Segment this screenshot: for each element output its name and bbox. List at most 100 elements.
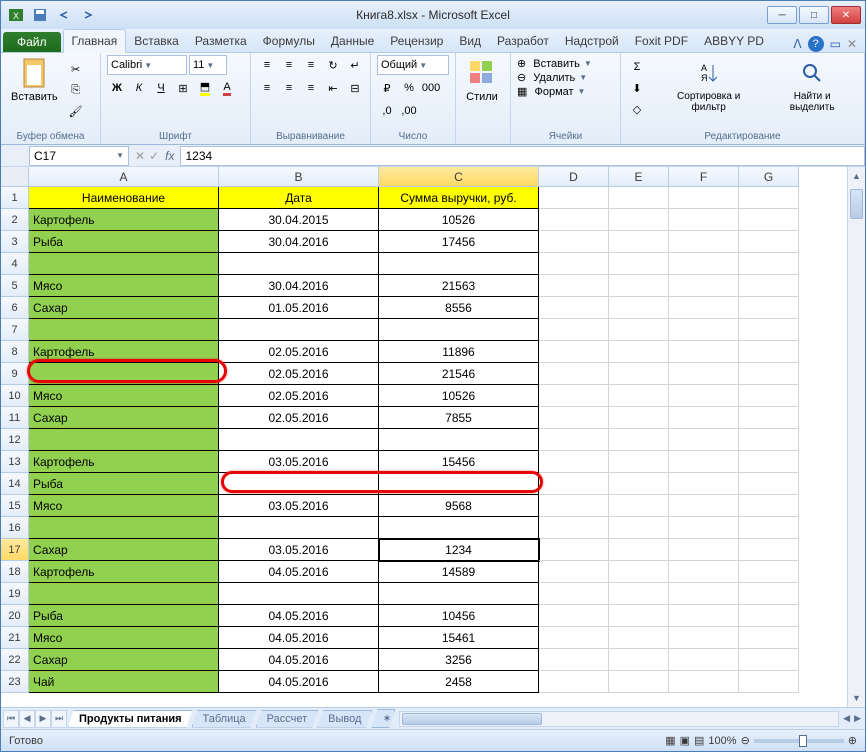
cell-D22[interactable] <box>539 649 609 671</box>
cell-E6[interactable] <box>609 297 669 319</box>
cell-G3[interactable] <box>739 231 799 253</box>
cell-D3[interactable] <box>539 231 609 253</box>
row-header-1[interactable]: 1 <box>1 187 29 209</box>
cell-A1[interactable]: Наименование <box>29 187 219 209</box>
scroll-thumb[interactable] <box>850 189 863 219</box>
cell-B11[interactable]: 02.05.2016 <box>219 407 379 429</box>
cell-G10[interactable] <box>739 385 799 407</box>
col-header-D[interactable]: D <box>539 167 609 187</box>
row-header-19[interactable]: 19 <box>1 583 29 605</box>
cell-E20[interactable] <box>609 605 669 627</box>
align-bot-icon[interactable]: ≡ <box>301 55 321 75</box>
orientation-icon[interactable]: ↻ <box>323 55 343 75</box>
cell-A4[interactable] <box>29 253 219 275</box>
cell-E10[interactable] <box>609 385 669 407</box>
cell-G18[interactable] <box>739 561 799 583</box>
row-header-17[interactable]: 17 <box>1 539 29 561</box>
font-color-icon[interactable]: А <box>217 78 237 98</box>
tab-developer[interactable]: Разработ <box>489 30 557 52</box>
dec-decimal-icon[interactable]: ,00 <box>399 101 419 121</box>
cell-A11[interactable]: Сахар <box>29 407 219 429</box>
font-name-combo[interactable]: Calibri▼ <box>107 55 187 75</box>
row-header-16[interactable]: 16 <box>1 517 29 539</box>
row-header-15[interactable]: 15 <box>1 495 29 517</box>
cell-D5[interactable] <box>539 275 609 297</box>
cell-C10[interactable]: 10526 <box>379 385 539 407</box>
percent-icon[interactable]: % <box>399 78 419 98</box>
cell-G23[interactable] <box>739 671 799 693</box>
enter-formula-icon[interactable]: ✓ <box>149 149 159 163</box>
tab-nav-next-icon[interactable]: ▶ <box>35 710 51 728</box>
cell-E21[interactable] <box>609 627 669 649</box>
cell-D8[interactable] <box>539 341 609 363</box>
vertical-scrollbar[interactable]: ▲ ▼ <box>847 167 865 707</box>
cell-C9[interactable]: 21546 <box>379 363 539 385</box>
cell-D12[interactable] <box>539 429 609 451</box>
indent-dec-icon[interactable]: ⇤ <box>323 78 343 98</box>
cell-C13[interactable]: 15456 <box>379 451 539 473</box>
cell-C11[interactable]: 7855 <box>379 407 539 429</box>
cell-D21[interactable] <box>539 627 609 649</box>
cell-F20[interactable] <box>669 605 739 627</box>
cells-format-button[interactable]: ▦ Формат▼ <box>517 85 585 98</box>
cell-B17[interactable]: 03.05.2016 <box>219 539 379 561</box>
cell-E2[interactable] <box>609 209 669 231</box>
tab-layout[interactable]: Разметка <box>187 30 255 52</box>
cell-D2[interactable] <box>539 209 609 231</box>
cell-F21[interactable] <box>669 627 739 649</box>
cell-G1[interactable] <box>739 187 799 209</box>
cell-A9[interactable] <box>29 363 219 385</box>
font-size-combo[interactable]: 11▼ <box>189 55 227 75</box>
cell-E18[interactable] <box>609 561 669 583</box>
cells-delete-button[interactable]: ⊖ Удалить▼ <box>517 71 587 84</box>
cell-G6[interactable] <box>739 297 799 319</box>
cell-G19[interactable] <box>739 583 799 605</box>
cell-B10[interactable]: 02.05.2016 <box>219 385 379 407</box>
cell-B16[interactable] <box>219 517 379 539</box>
select-all-corner[interactable] <box>1 167 29 187</box>
cell-D19[interactable] <box>539 583 609 605</box>
cell-E5[interactable] <box>609 275 669 297</box>
cell-A22[interactable]: Сахар <box>29 649 219 671</box>
file-tab[interactable]: Файл <box>3 32 61 52</box>
cell-D7[interactable] <box>539 319 609 341</box>
zoom-slider[interactable] <box>754 739 844 743</box>
cell-G8[interactable] <box>739 341 799 363</box>
fill-color-icon[interactable]: ⬒ <box>195 78 215 98</box>
cell-E1[interactable] <box>609 187 669 209</box>
scroll-up-icon[interactable]: ▲ <box>848 167 865 185</box>
cell-C14[interactable] <box>379 473 539 495</box>
border-icon[interactable]: ⊞ <box>173 78 193 98</box>
sheet-tab-1[interactable]: Таблица <box>192 710 257 728</box>
cell-B14[interactable] <box>219 473 379 495</box>
cell-A5[interactable]: Мясо <box>29 275 219 297</box>
cell-F22[interactable] <box>669 649 739 671</box>
cell-F14[interactable] <box>669 473 739 495</box>
clear-icon[interactable]: ◇ <box>627 99 647 119</box>
new-sheet-button[interactable]: ✶ <box>371 709 395 728</box>
cell-A10[interactable]: Мясо <box>29 385 219 407</box>
cell-E16[interactable] <box>609 517 669 539</box>
cell-C1[interactable]: Сумма выручки, руб. <box>379 187 539 209</box>
cell-A18[interactable]: Картофель <box>29 561 219 583</box>
row-header-7[interactable]: 7 <box>1 319 29 341</box>
cell-B23[interactable]: 04.05.2016 <box>219 671 379 693</box>
col-header-C[interactable]: C <box>379 167 539 187</box>
sort-filter-button[interactable]: АЯ Сортировка и фильтр <box>655 55 762 115</box>
row-header-2[interactable]: 2 <box>1 209 29 231</box>
cell-C8[interactable]: 11896 <box>379 341 539 363</box>
cell-G15[interactable] <box>739 495 799 517</box>
cell-F7[interactable] <box>669 319 739 341</box>
scroll-down-icon[interactable]: ▼ <box>848 689 865 707</box>
underline-icon[interactable]: Ч <box>151 78 171 98</box>
formula-bar[interactable]: 1234 <box>180 146 865 166</box>
cell-A23[interactable]: Чай <box>29 671 219 693</box>
cell-A16[interactable] <box>29 517 219 539</box>
align-center-icon[interactable]: ≡ <box>279 78 299 98</box>
bold-icon[interactable]: Ж <box>107 78 127 98</box>
tab-nav-prev-icon[interactable]: ◀ <box>19 710 35 728</box>
cell-F9[interactable] <box>669 363 739 385</box>
row-header-4[interactable]: 4 <box>1 253 29 275</box>
cell-A2[interactable]: Картофель <box>29 209 219 231</box>
cells-insert-button[interactable]: ⊕ Вставить▼ <box>517 57 592 70</box>
